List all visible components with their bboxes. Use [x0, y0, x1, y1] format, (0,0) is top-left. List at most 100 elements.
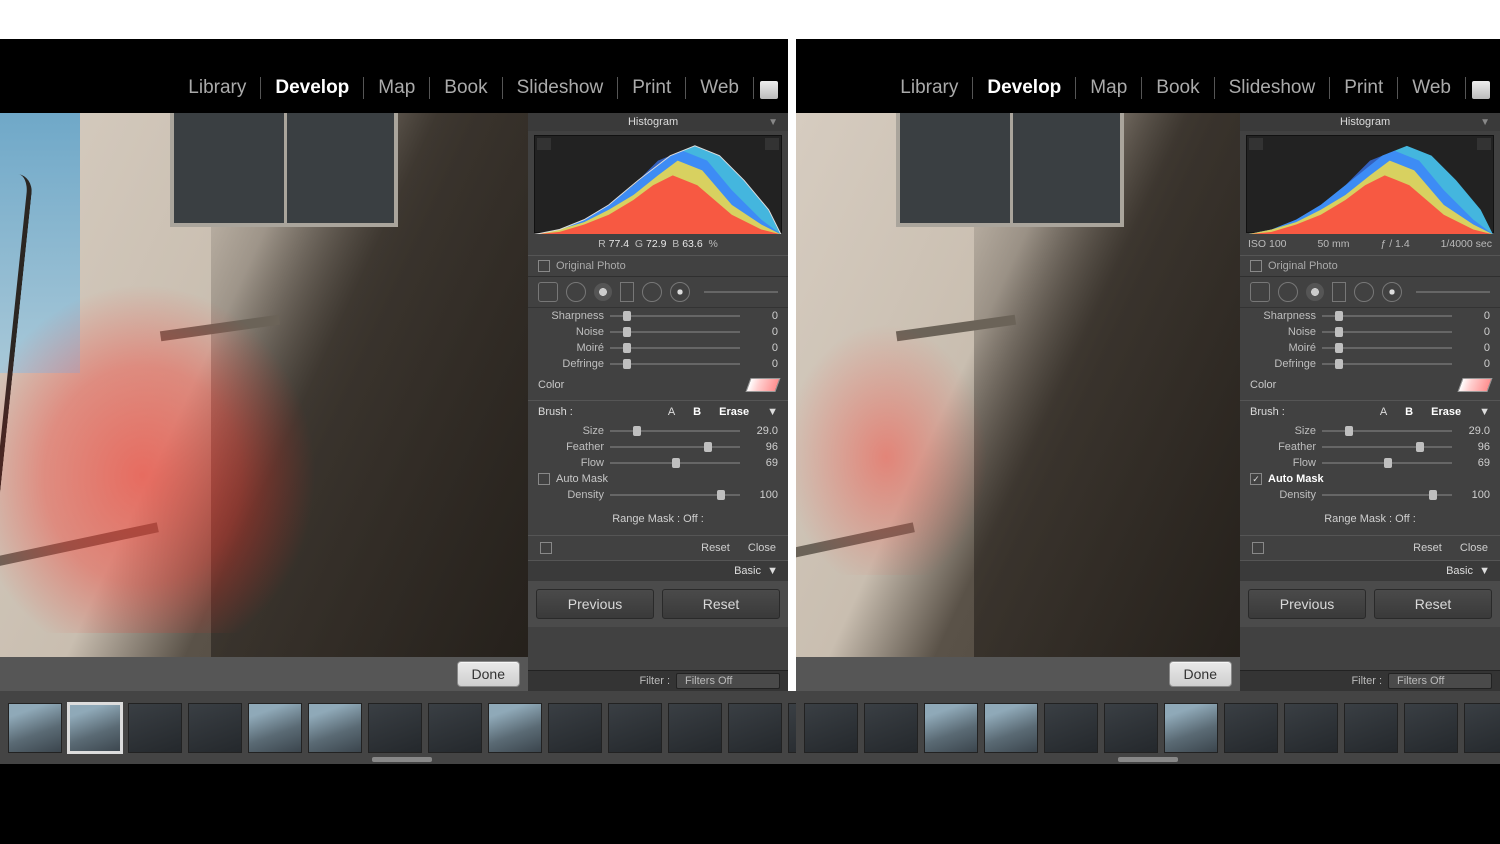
tab-library[interactable]: Library: [174, 77, 261, 99]
filmstrip-thumb[interactable]: [668, 703, 722, 753]
filmstrip-thumb[interactable]: [608, 703, 662, 753]
slider-size[interactable]: Size29.0: [1240, 423, 1500, 439]
highlight-clip-icon[interactable]: [1477, 138, 1491, 150]
range-mask[interactable]: Range Mask : Off :: [528, 503, 788, 535]
color-swatch[interactable]: [1457, 378, 1492, 392]
filmstrip-thumb[interactable]: [488, 703, 542, 753]
tab-develop[interactable]: Develop: [261, 77, 364, 99]
filmstrip-thumb[interactable]: [1044, 703, 1098, 753]
original-photo-toggle[interactable]: Original Photo: [528, 255, 788, 277]
filmstrip-thumb[interactable]: [1224, 703, 1278, 753]
tab-print[interactable]: Print: [1330, 77, 1398, 99]
tab-print[interactable]: Print: [618, 77, 686, 99]
redeye-tool-icon[interactable]: [1306, 283, 1324, 301]
tab-slideshow[interactable]: Slideshow: [503, 77, 619, 99]
gradient-tool-icon[interactable]: [1332, 282, 1346, 302]
slider-flow[interactable]: Flow69: [1240, 455, 1500, 471]
slider-flow[interactable]: Flow69: [528, 455, 788, 471]
done-button[interactable]: Done: [457, 661, 520, 687]
automask-toggle[interactable]: ✓Auto Mask: [1240, 471, 1500, 487]
pin-toggle-icon[interactable]: [1252, 542, 1264, 554]
tab-map[interactable]: Map: [1076, 77, 1142, 99]
slider-sharpness[interactable]: Sharpness0: [528, 308, 788, 324]
filmstrip-thumb[interactable]: [368, 703, 422, 753]
shadow-clip-icon[interactable]: [537, 138, 551, 150]
shadow-clip-icon[interactable]: [1249, 138, 1263, 150]
basic-panel-header[interactable]: Basic ▼: [1240, 560, 1500, 581]
tab-slideshow[interactable]: Slideshow: [1215, 77, 1331, 99]
tab-library[interactable]: Library: [886, 77, 973, 99]
spot-tool-icon[interactable]: [1278, 282, 1298, 302]
slider-density[interactable]: Density100: [1240, 487, 1500, 503]
tab-book[interactable]: Book: [1142, 77, 1214, 99]
previous-button[interactable]: Previous: [536, 589, 654, 619]
histogram-header[interactable]: Histogram▼: [1240, 113, 1500, 131]
filmstrip-thumb[interactable]: [984, 703, 1038, 753]
histogram[interactable]: [1246, 135, 1494, 233]
automask-toggle[interactable]: Auto Mask: [528, 471, 788, 487]
reset-button[interactable]: Reset: [1374, 589, 1492, 619]
histogram[interactable]: [534, 135, 782, 233]
tab-develop[interactable]: Develop: [973, 77, 1076, 99]
brush-preset-a[interactable]: A: [1380, 406, 1387, 418]
done-button[interactable]: Done: [1169, 661, 1232, 687]
filmstrip-thumb[interactable]: [248, 703, 302, 753]
filmstrip-thumb[interactable]: [1344, 703, 1398, 753]
radial-tool-icon[interactable]: [1354, 282, 1374, 302]
radial-tool-icon[interactable]: [642, 282, 662, 302]
filmstrip-thumb[interactable]: [1284, 703, 1338, 753]
filmstrip-thumb[interactable]: [8, 703, 62, 753]
slider-noise[interactable]: Noise0: [528, 324, 788, 340]
filmstrip-thumb[interactable]: [864, 703, 918, 753]
slider-feather[interactable]: Feather96: [528, 439, 788, 455]
filmstrip-thumb[interactable]: [308, 703, 362, 753]
tab-book[interactable]: Book: [430, 77, 502, 99]
filmstrip-thumb[interactable]: [428, 703, 482, 753]
filmstrip-thumb[interactable]: [804, 703, 858, 753]
slider-defringe[interactable]: Defringe0: [528, 356, 788, 372]
slider-density[interactable]: Density100: [528, 487, 788, 503]
original-photo-toggle[interactable]: Original Photo: [1240, 255, 1500, 277]
basic-panel-header[interactable]: Basic ▼: [528, 560, 788, 581]
module-picker-icon[interactable]: [1472, 81, 1490, 99]
slider-feather[interactable]: Feather96: [1240, 439, 1500, 455]
filmstrip[interactable]: [796, 691, 1500, 764]
crop-tool-icon[interactable]: [1250, 282, 1270, 302]
previous-button[interactable]: Previous: [1248, 589, 1366, 619]
tab-map[interactable]: Map: [364, 77, 430, 99]
reset-button[interactable]: Reset: [662, 589, 780, 619]
filmstrip-scrollbar[interactable]: [372, 757, 432, 762]
brush-close-link[interactable]: Close: [1460, 542, 1488, 554]
module-picker-icon[interactable]: [760, 81, 778, 99]
brush-preset-b[interactable]: B: [693, 406, 701, 418]
filmstrip-thumb[interactable]: [924, 703, 978, 753]
redeye-tool-icon[interactable]: [594, 283, 612, 301]
range-mask[interactable]: Range Mask : Off :: [1240, 503, 1500, 535]
filmstrip-thumb[interactable]: [548, 703, 602, 753]
brush-erase[interactable]: Erase: [1431, 406, 1461, 418]
gradient-tool-icon[interactable]: [620, 282, 634, 302]
slider-size[interactable]: Size29.0: [528, 423, 788, 439]
tool-amount-slider[interactable]: [1416, 291, 1490, 293]
color-swatch[interactable]: [745, 378, 780, 392]
filmstrip-thumb[interactable]: [1464, 703, 1500, 753]
chevron-down-icon[interactable]: ▼: [1479, 406, 1490, 418]
tab-web[interactable]: Web: [1398, 77, 1466, 99]
brush-preset-b[interactable]: B: [1405, 406, 1413, 418]
filmstrip-thumb[interactable]: [1404, 703, 1458, 753]
brush-tool-icon[interactable]: [1382, 282, 1402, 302]
highlight-clip-icon[interactable]: [765, 138, 779, 150]
brush-preset-a[interactable]: A: [668, 406, 675, 418]
brush-tool-icon[interactable]: [670, 282, 690, 302]
canvas[interactable]: Done: [796, 113, 1240, 691]
brush-erase[interactable]: Erase: [719, 406, 749, 418]
brush-close-link[interactable]: Close: [748, 542, 776, 554]
filmstrip-thumb[interactable]: [128, 703, 182, 753]
filmstrip-thumb[interactable]: [68, 703, 122, 753]
canvas[interactable]: Done: [0, 113, 528, 691]
histogram-header[interactable]: Histogram▼: [528, 113, 788, 131]
slider-sharpness[interactable]: Sharpness0: [1240, 308, 1500, 324]
slider-moire[interactable]: Moiré0: [1240, 340, 1500, 356]
slider-noise[interactable]: Noise0: [1240, 324, 1500, 340]
pin-toggle-icon[interactable]: [540, 542, 552, 554]
